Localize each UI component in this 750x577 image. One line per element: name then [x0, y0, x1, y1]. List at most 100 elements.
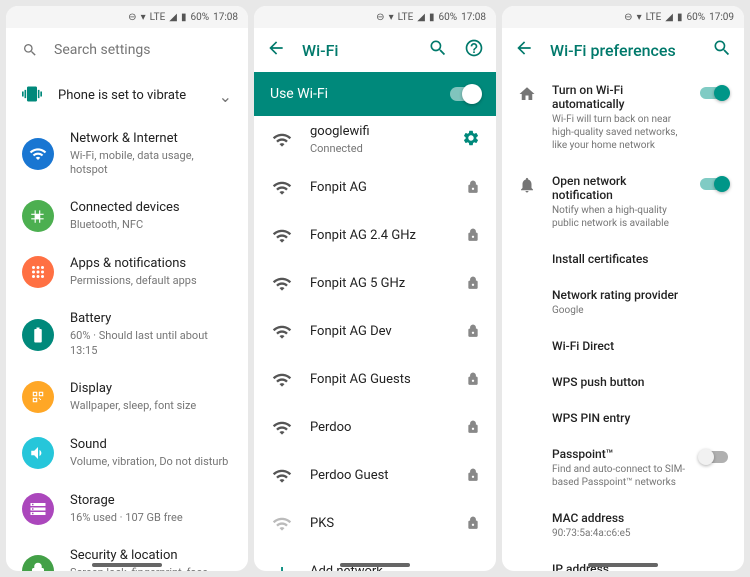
use-wifi-switch[interactable]: [450, 87, 480, 101]
add-network-row[interactable]: + Add network: [254, 548, 496, 571]
wifi-screen: ⊖ ▾ LTE ◢ ▮ 60% 17:08 Wi-Fi Use Wi-Fi go…: [254, 6, 496, 571]
settings-item[interactable]: DisplayWallpaper, sleep, font size: [6, 369, 248, 425]
settings-item[interactable]: Network & InternetWi-Fi, mobile, data us…: [6, 120, 248, 188]
search-button[interactable]: [712, 38, 732, 62]
pref-item[interactable]: Open network notificationNotify when a h…: [502, 163, 744, 241]
lock-icon: [466, 227, 480, 246]
lock-icon: [466, 323, 480, 342]
settings-item[interactable]: Storage16% used · 107 GB free: [6, 481, 248, 537]
category-icon: [22, 138, 54, 170]
wifi-status-icon: ▾: [389, 12, 394, 23]
wifi-signal-icon: [270, 274, 294, 294]
battery-label: 60%: [191, 12, 210, 23]
category-icon: [22, 381, 54, 413]
wifi-signal-icon: [270, 514, 294, 534]
wifi-signal-icon: [270, 178, 294, 198]
wifi-status-icon: ▾: [637, 12, 642, 23]
gear-icon[interactable]: [462, 129, 480, 151]
pref-item[interactable]: IP addressfe80::9273:5aff:fe4a:c6e5: [502, 551, 744, 571]
pref-item[interactable]: MAC address90:73:5a:4a:c6:e5: [502, 500, 744, 551]
search-button[interactable]: [428, 38, 448, 62]
wifi-network-row[interactable]: Perdoo Guest: [254, 452, 496, 500]
nav-handle[interactable]: [92, 563, 162, 567]
wifi-network-row[interactable]: Perdoo: [254, 404, 496, 452]
vibrate-label: Phone is set to vibrate: [58, 88, 203, 105]
wifi-network-row[interactable]: Fonpit AG 5 GHz: [254, 260, 496, 308]
lock-icon: [466, 515, 480, 534]
battery-icon: ▮: [181, 12, 187, 23]
wifi-signal-icon: [270, 322, 294, 342]
pref-item[interactable]: Wi-Fi Direct: [502, 328, 744, 364]
signal-icon: ◢: [665, 12, 673, 23]
nav-handle[interactable]: [588, 563, 658, 567]
nav-handle[interactable]: [340, 563, 410, 567]
lock-icon: [466, 371, 480, 390]
pref-item[interactable]: WPS PIN entry: [502, 400, 744, 436]
prefs-list: Turn on Wi-Fi automaticallyWi-Fi will tu…: [502, 72, 744, 571]
chevron-down-icon: ⌄: [219, 87, 232, 106]
lock-icon: [466, 275, 480, 294]
dnd-icon: ⊖: [128, 12, 136, 23]
pref-item[interactable]: Passpoint™Find and auto-connect to SIM-b…: [502, 436, 744, 500]
wifi-network-row[interactable]: Fonpit AG Dev: [254, 308, 496, 356]
home-icon: [518, 85, 538, 107]
settings-screen: ⊖ ▾ LTE ◢ ▮ 60% 17:08 Phone is set to vi…: [6, 6, 248, 571]
settings-item[interactable]: SoundVolume, vibration, Do not disturb: [6, 425, 248, 481]
settings-item[interactable]: Connected devicesBluetooth, NFC: [6, 188, 248, 244]
bell-icon: [518, 176, 538, 198]
search-bar[interactable]: [6, 28, 248, 72]
app-bar: Wi-Fi preferences: [502, 28, 744, 72]
plus-icon: +: [270, 560, 294, 571]
back-button[interactable]: [514, 38, 534, 62]
category-icon: [22, 319, 54, 351]
pref-item[interactable]: Install certificates: [502, 241, 744, 277]
toggle-switch[interactable]: [700, 87, 728, 99]
vibrate-icon: [22, 84, 42, 108]
wifi-signal-icon: [270, 226, 294, 246]
settings-item[interactable]: Apps & notificationsPermissions, default…: [6, 244, 248, 300]
wifi-network-row[interactable]: Fonpit AG: [254, 164, 496, 212]
wifi-signal-icon: [270, 370, 294, 390]
pref-item[interactable]: WPS push button: [502, 364, 744, 400]
page-title: Wi-Fi: [302, 41, 412, 60]
pref-item[interactable]: Turn on Wi-Fi automaticallyWi-Fi will tu…: [502, 72, 744, 163]
page-title: Wi-Fi preferences: [550, 41, 696, 60]
battery-icon: ▮: [429, 12, 435, 23]
wifi-signal-icon: [270, 418, 294, 438]
battery-icon: ▮: [677, 12, 683, 23]
wifi-signal-icon: [270, 130, 294, 150]
back-button[interactable]: [266, 38, 286, 62]
wifi-prefs-screen: ⊖ ▾ LTE ◢ ▮ 60% 17:09 Wi-Fi preferences …: [502, 6, 744, 571]
wifi-signal-icon: [270, 466, 294, 486]
wifi-network-row[interactable]: Fonpit AG Guests: [254, 356, 496, 404]
lock-icon: [466, 467, 480, 486]
settings-item[interactable]: Battery60% · Should last until about 13:…: [6, 300, 248, 368]
help-button[interactable]: [464, 38, 484, 62]
pref-item[interactable]: Network rating providerGoogle: [502, 277, 744, 328]
wifi-list: googlewifiConnected Fonpit AGFonpit AG 2…: [254, 116, 496, 571]
lock-icon: [466, 419, 480, 438]
signal-icon: ◢: [417, 12, 425, 23]
status-bar: ⊖ ▾ LTE ◢ ▮ 60% 17:08: [6, 6, 248, 28]
vibrate-row[interactable]: Phone is set to vibrate ⌄: [6, 72, 248, 120]
search-icon: [22, 40, 38, 60]
wifi-status-icon: ▾: [141, 12, 146, 23]
status-bar: ⊖ ▾ LTE ◢ ▮ 60% 17:08: [254, 6, 496, 28]
toggle-switch[interactable]: [700, 451, 728, 463]
wifi-network-row[interactable]: Fonpit AG 2.4 GHz: [254, 212, 496, 260]
dnd-icon: ⊖: [376, 12, 384, 23]
signal-icon: ◢: [169, 12, 177, 23]
wifi-network-row[interactable]: PKS: [254, 500, 496, 548]
use-wifi-label: Use Wi-Fi: [270, 86, 328, 102]
dnd-icon: ⊖: [624, 12, 632, 23]
search-input[interactable]: [54, 42, 232, 58]
wifi-connected-row[interactable]: googlewifiConnected: [254, 116, 496, 164]
lte-label: LTE: [150, 12, 166, 23]
category-icon: [22, 200, 54, 232]
time-label: 17:08: [213, 12, 238, 23]
category-icon: [22, 256, 54, 288]
use-wifi-toggle-row[interactable]: Use Wi-Fi: [254, 72, 496, 116]
lock-icon: [466, 179, 480, 198]
toggle-switch[interactable]: [700, 178, 728, 190]
category-icon: [22, 493, 54, 525]
